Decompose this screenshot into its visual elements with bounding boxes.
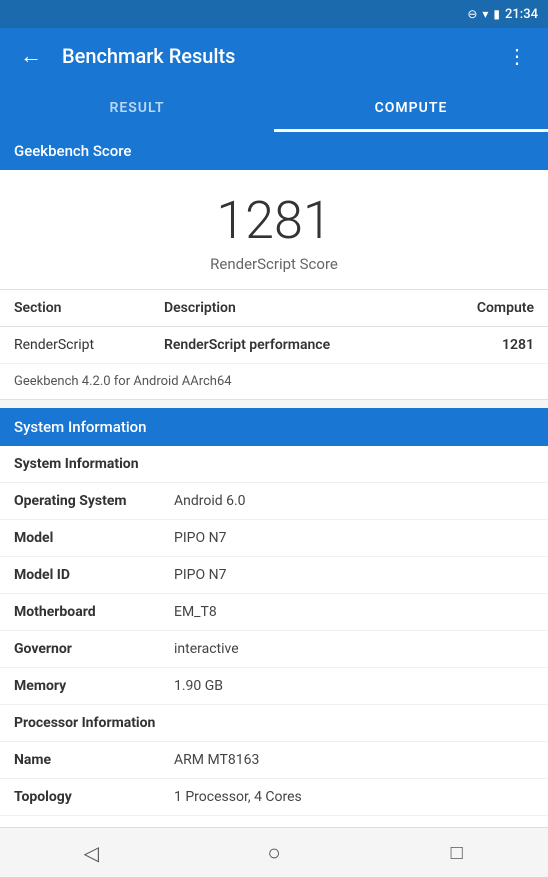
nav-home-button[interactable]: ○	[244, 833, 304, 873]
tab-bar: RESULT COMPUTE	[0, 84, 548, 132]
status-icons: ⊖ ▾ ▮ 21:34	[467, 7, 538, 22]
info-label-name: Name	[14, 752, 174, 768]
info-label-model-id: Model ID	[14, 567, 174, 583]
nav-recent-icon: □	[451, 840, 463, 865]
info-row-memory: Memory 1.90 GB	[0, 668, 548, 705]
info-row-topology: Topology 1 Processor, 4 Cores	[0, 779, 548, 816]
info-label-topology: Topology	[14, 789, 174, 805]
results-table: Section Description Compute RenderScript…	[0, 289, 548, 364]
nav-back-button[interactable]: ◁	[61, 833, 121, 873]
processor-group-title: Processor Information	[0, 705, 548, 742]
info-value-os: Android 6.0	[174, 493, 534, 509]
table-header: Section Description Compute	[0, 290, 548, 327]
content-area: Geekbench Score 1281 RenderScript Score …	[0, 132, 548, 827]
tab-compute[interactable]: COMPUTE	[274, 84, 548, 132]
nav-home-icon: ○	[267, 840, 280, 866]
info-row-governor: Governor interactive	[0, 631, 548, 668]
wifi-icon: ▾	[482, 7, 488, 21]
signal-icon: ⊖	[467, 7, 477, 21]
info-label-memory: Memory	[14, 678, 174, 694]
info-value-name: ARM MT8163	[174, 752, 534, 768]
info-label-motherboard: Motherboard	[14, 604, 174, 620]
back-button[interactable]: ←	[16, 39, 46, 73]
status-bar: ⊖ ▾ ▮ 21:34	[0, 0, 548, 28]
info-label-os: Operating System	[14, 493, 174, 509]
info-row-motherboard: Motherboard EM_T8	[0, 594, 548, 631]
system-info-header: System Information	[0, 408, 548, 446]
score-area: 1281 RenderScript Score	[0, 170, 548, 289]
score-number: 1281	[216, 190, 331, 251]
info-value-motherboard: EM_T8	[174, 604, 534, 620]
col-header-description: Description	[164, 300, 454, 316]
system-group-title: System Information	[0, 446, 548, 483]
col-header-section: Section	[14, 300, 164, 316]
info-row-os: Operating System Android 6.0	[0, 483, 548, 520]
score-label: RenderScript Score	[210, 255, 338, 273]
nav-back-icon: ◁	[84, 841, 99, 865]
tab-result[interactable]: RESULT	[0, 84, 274, 132]
top-bar: ← Benchmark Results ⋮	[0, 28, 548, 84]
info-value-model-id: PIPO N7	[174, 567, 534, 583]
info-label-governor: Governor	[14, 641, 174, 657]
page-title: Benchmark Results	[62, 44, 487, 68]
status-time: 21:34	[505, 7, 538, 22]
more-button[interactable]: ⋮	[503, 40, 532, 72]
info-label-model: Model	[14, 530, 174, 546]
info-row-model-id: Model ID PIPO N7	[0, 557, 548, 594]
info-value-governor: interactive	[174, 641, 534, 657]
footer-note: Geekbench 4.2.0 for Android AArch64	[0, 364, 548, 400]
info-row-identifier: Identifier ARM implementer 65 architectu…	[0, 816, 548, 827]
info-row-model: Model PIPO N7	[0, 520, 548, 557]
nav-bar: ◁ ○ □	[0, 827, 548, 877]
info-value-model: PIPO N7	[174, 530, 534, 546]
geekbench-header: Geekbench Score	[0, 132, 548, 170]
info-value-topology: 1 Processor, 4 Cores	[174, 789, 534, 805]
nav-recent-button[interactable]: □	[427, 833, 487, 873]
info-row-name: Name ARM MT8163	[0, 742, 548, 779]
row-description: RenderScript performance	[164, 337, 454, 353]
table-row: RenderScript RenderScript performance 12…	[0, 327, 548, 364]
row-section: RenderScript	[14, 337, 164, 353]
col-header-compute: Compute	[454, 300, 534, 316]
battery-icon: ▮	[493, 7, 500, 21]
row-compute: 1281	[454, 337, 534, 353]
info-value-memory: 1.90 GB	[174, 678, 534, 694]
